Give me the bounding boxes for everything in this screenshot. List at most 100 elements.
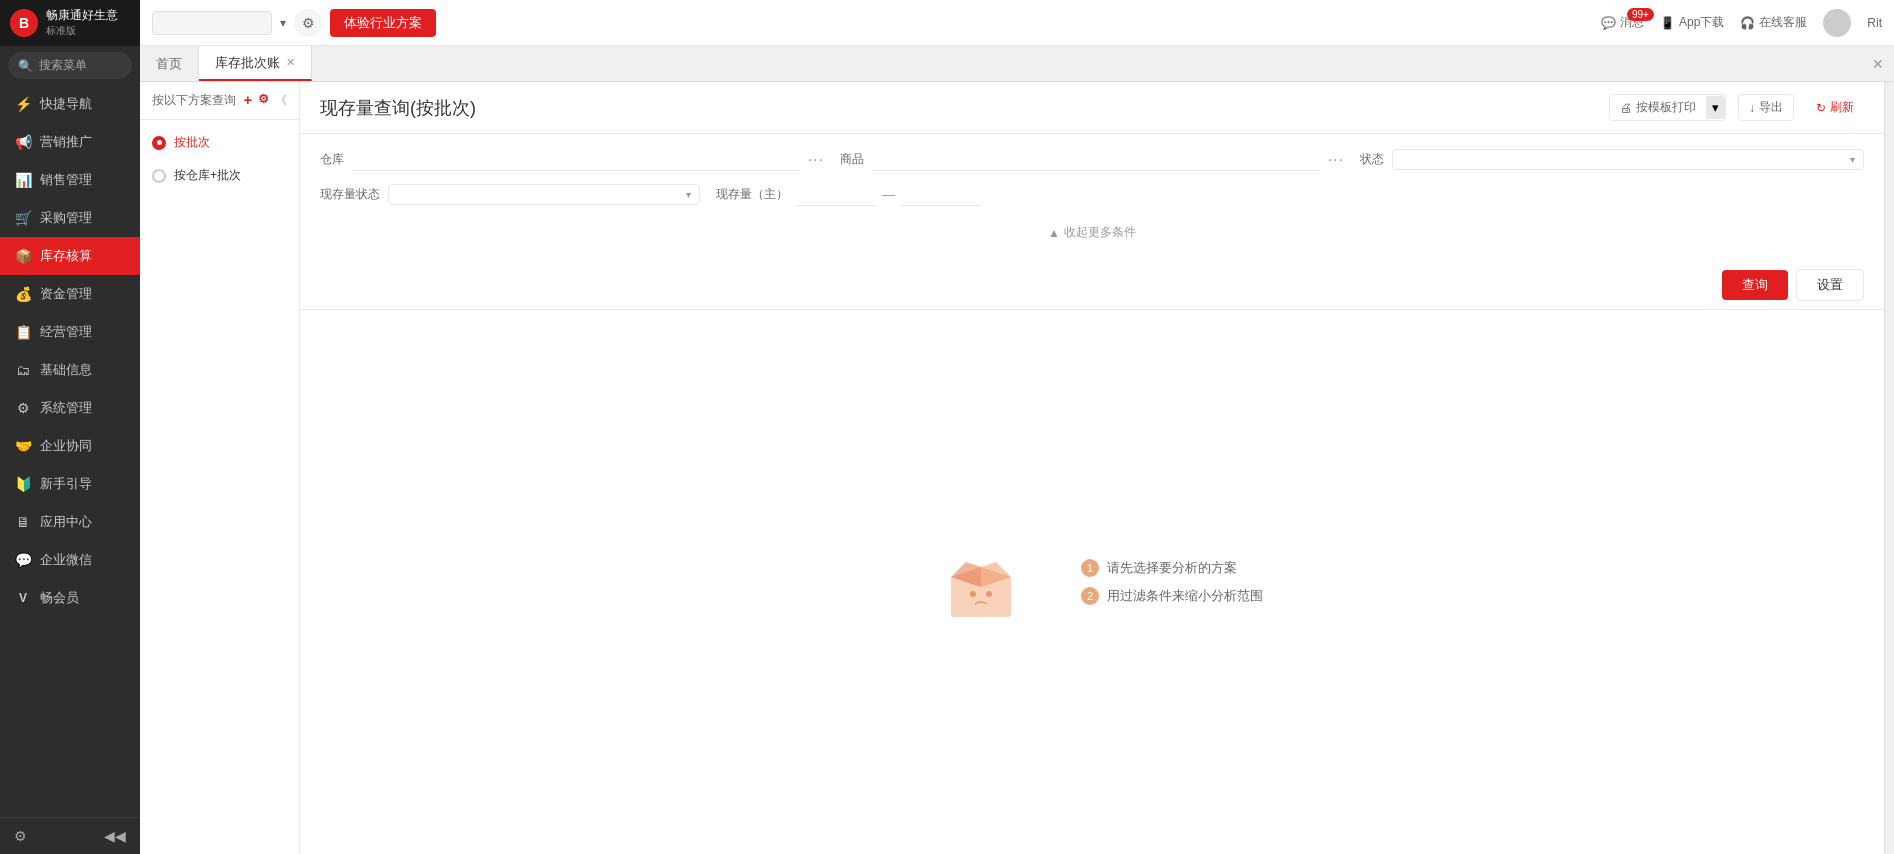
scheme-label-batch: 按批次 [174,134,210,151]
warehouse-picker-btn[interactable]: ··· [808,151,824,169]
tip-text-1: 请先选择要分析的方案 [1107,559,1237,577]
purchase-icon: 🛒 [14,209,32,227]
sidebar-item-finance[interactable]: 💰 资金管理 [0,275,140,313]
tip-num-2: 2 [1081,587,1099,605]
sidebar-item-inventory[interactable]: 📦 库存核算 [0,237,140,275]
finance-icon: 💰 [14,285,32,303]
sidebar-nav: ⚡ 快捷导航 📢 营销推广 📊 销售管理 🛒 采购管理 📦 库存核算 💰 资金管… [0,85,140,817]
scheme-label-warehouse: 按仓库+批次 [174,167,241,184]
username-label: Rit [1867,16,1882,30]
sidebar-item-collab[interactable]: 🤝 企业协同 [0,427,140,465]
sidebar-item-quicknav[interactable]: ⚡ 快捷导航 [0,85,140,123]
page-title: 现存量查询(按批次) [320,96,476,120]
sidebar-footer: ⚙ ◀◀ [0,817,140,854]
headset-icon: 🎧 [1740,16,1755,30]
right-scrollbar[interactable] [1884,82,1894,854]
inventory-icon: 📦 [14,247,32,265]
scheme-settings-btn[interactable]: ⚙ [258,92,269,109]
sidebar-item-label: 应用中心 [40,513,92,531]
avatar[interactable] [1823,9,1851,37]
print-dropdown-btn[interactable]: ▾ [1706,96,1725,119]
sidebar-item-guide[interactable]: 🔰 新手引导 [0,465,140,503]
sidebar-item-system[interactable]: ⚙ 系统管理 [0,389,140,427]
inventory-qty-min[interactable] [796,183,876,206]
scheme-item-warehouse-batch[interactable]: 按仓库+批次 [140,159,299,192]
sidebar-brand: 畅康通好生意 标准版 [46,8,118,38]
app-download-btn[interactable]: 📱 App下载 [1660,14,1724,31]
inventory-qty-max[interactable] [901,183,981,206]
scheme-list: 按批次 按仓库+批次 [140,120,299,854]
company-name: 畅康通好生意 [46,8,118,24]
product-input[interactable] [872,148,1320,171]
refresh-icon: ↻ [1816,101,1826,115]
topbar: ▾ ⚙ 体验行业方案 💬 消息 99+ 📱 App下载 🎧 在线客服 Rit [140,0,1894,46]
inventory-status-select[interactable]: ▾ [388,184,700,205]
settings-btn[interactable]: 设置 [1796,269,1864,301]
empty-tips: 1 请先选择要分析的方案 2 用过滤条件来缩小分析范围 [1081,559,1263,605]
experience-btn[interactable]: 体验行业方案 [330,9,436,37]
app-logo: B [10,9,38,37]
sidebar-item-apps[interactable]: 🖥 应用中心 [0,503,140,541]
sidebar-item-sales[interactable]: 📊 销售管理 [0,161,140,199]
scheme-collapse-btn[interactable]: 《 [275,92,287,109]
message-badge: 99+ [1627,8,1654,21]
topbar-dropdown-btn[interactable]: ▾ [280,16,286,30]
online-service-btn[interactable]: 🎧 在线客服 [1740,14,1807,31]
collapse-filter-btn[interactable]: ▲ 收起更多条件 [320,218,1864,247]
export-icon: ↓ [1749,101,1755,115]
topbar-gear-btn[interactable]: ⚙ [294,9,322,37]
filter-area: 仓库 ··· 商品 ··· 状态 ▾ [300,134,1884,261]
scheme-panel-actions: + ⚙ 《 [244,92,287,109]
warehouse-filter: 仓库 ··· [320,148,824,171]
tab-home[interactable]: 首页 [140,46,199,81]
sidebar-header: B 畅康通好生意 标准版 [0,0,140,46]
chevron-down-icon: ▾ [1850,154,1855,165]
tab-inventory-label: 库存批次账 [215,54,280,72]
sidebar-collapse-icon[interactable]: ◀◀ [104,828,126,844]
chevron-down-icon2: ▾ [686,189,691,200]
sidebar-settings-icon[interactable]: ⚙ [14,828,27,844]
sidebar-item-operations[interactable]: 📋 经营管理 [0,313,140,351]
product-picker-btn[interactable]: ··· [1328,151,1344,169]
inventory-qty-range: — [796,183,1016,206]
sidebar-item-label: 快捷导航 [40,95,92,113]
scheme-panel: 按以下方案查询 + ⚙ 《 按批次 按仓库+批次 [140,82,300,854]
message-btn[interactable]: 💬 消息 99+ [1601,14,1644,31]
refresh-btn[interactable]: ↻ 刷新 [1806,95,1864,120]
inventory-qty-label: 现存量（主） [716,186,788,203]
tab-inventory-batch[interactable]: 库存批次账 ✕ [199,46,312,81]
right-content: 现存量查询(按批次) 🖨 按模板打印 ▾ ↓ 导出 [300,82,1884,854]
tab-close-icon[interactable]: ✕ [286,56,295,69]
sidebar-item-weixin[interactable]: 💬 企业微信 [0,541,140,579]
sidebar-item-label: 企业微信 [40,551,92,569]
topbar-search-input[interactable] [152,11,272,35]
warehouse-input[interactable] [352,148,800,171]
tab-close-all-icon[interactable]: ✕ [1862,56,1894,72]
empty-tip-1: 1 请先选择要分析的方案 [1081,559,1263,577]
system-icon: ⚙ [14,399,32,417]
sidebar-item-label: 畅会员 [40,589,79,607]
sidebar-item-label: 资金管理 [40,285,92,303]
tab-home-label: 首页 [156,55,182,73]
sidebar-search-btn[interactable]: 🔍 搜索菜单 [8,52,132,79]
export-btn[interactable]: ↓ 导出 [1738,94,1794,121]
sidebar-item-member[interactable]: V 畅会员 [0,579,140,617]
status-label: 状态 [1360,151,1384,168]
sidebar-item-purchase[interactable]: 🛒 采购管理 [0,199,140,237]
scheme-add-btn[interactable]: + [244,92,252,109]
search-label: 搜索菜单 [39,57,87,74]
sidebar-item-label: 经营管理 [40,323,92,341]
qty-dash: — [882,187,895,202]
scheme-radio-warehouse [152,169,166,183]
empty-illustration [921,522,1041,642]
print-btn[interactable]: 🖨 按模板打印 [1610,95,1706,120]
status-select[interactable]: ▾ [1392,149,1864,170]
svg-point-5 [986,591,992,597]
sidebar-item-marketing[interactable]: 📢 营销推广 [0,123,140,161]
query-btn[interactable]: 查询 [1722,270,1788,300]
sidebar-item-label: 库存核算 [40,247,92,265]
basic-info-icon: 🗂 [14,361,32,379]
sidebar-item-label: 新手引导 [40,475,92,493]
sidebar-item-basic-info[interactable]: 🗂 基础信息 [0,351,140,389]
scheme-item-batch[interactable]: 按批次 [140,126,299,159]
